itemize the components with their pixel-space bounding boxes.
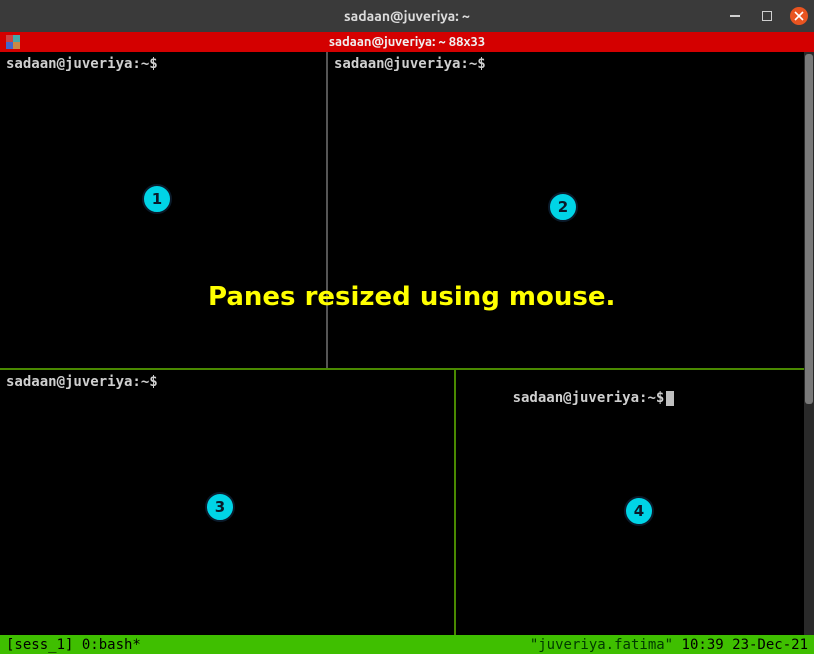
cursor-icon: [666, 391, 674, 406]
tmux-status-date: 23-Dec-21: [732, 637, 808, 653]
annotation-caption: Panes resized using mouse.: [208, 282, 615, 312]
annotation-badge-3: 3: [205, 492, 235, 522]
annotation-badge-1: 1: [142, 184, 172, 214]
tmux-status-left: [sess_1] 0:bash*: [6, 637, 141, 653]
annotation-badge-4: 4: [624, 496, 654, 526]
prompt-pane-1: sadaan@juveriya:~$: [0, 52, 326, 76]
terminator-title-text: sadaan@juveriya: ~ 88x33: [329, 35, 485, 49]
scrollbar-thumb[interactable]: [805, 54, 813, 404]
tmux-status-right: "juveriya.fatima" 10:39 23-Dec-21: [530, 637, 808, 653]
prompt-pane-4: sadaan@juveriya:~$: [456, 370, 804, 426]
window-control-buttons: [726, 7, 808, 25]
tmux-status-time: 10:39: [682, 637, 724, 653]
window-title: sadaan@juveriya: ~: [344, 8, 470, 24]
tmux-status-bar: [sess_1] 0:bash* "juveriya.fatima" 10:39…: [0, 635, 814, 654]
window-maximize-button[interactable]: [758, 7, 776, 25]
terminator-titlebar[interactable]: sadaan@juveriya: ~ 88x33: [0, 32, 814, 52]
tmux-status-host: "juveriya.fatima": [530, 637, 673, 653]
window-titlebar: sadaan@juveriya: ~: [0, 0, 814, 32]
prompt-pane-3: sadaan@juveriya:~$: [0, 370, 454, 394]
pane-container: sadaan@juveriya:~$ sadaan@juveriya:~$ sa…: [0, 52, 814, 635]
window-minimize-button[interactable]: [726, 7, 744, 25]
window-close-button[interactable]: [790, 7, 808, 25]
annotation-badge-2: 2: [548, 192, 578, 222]
prompt-pane-2: sadaan@juveriya:~$: [328, 52, 804, 76]
scrollbar[interactable]: [804, 52, 814, 635]
terminator-icon: [6, 35, 20, 49]
